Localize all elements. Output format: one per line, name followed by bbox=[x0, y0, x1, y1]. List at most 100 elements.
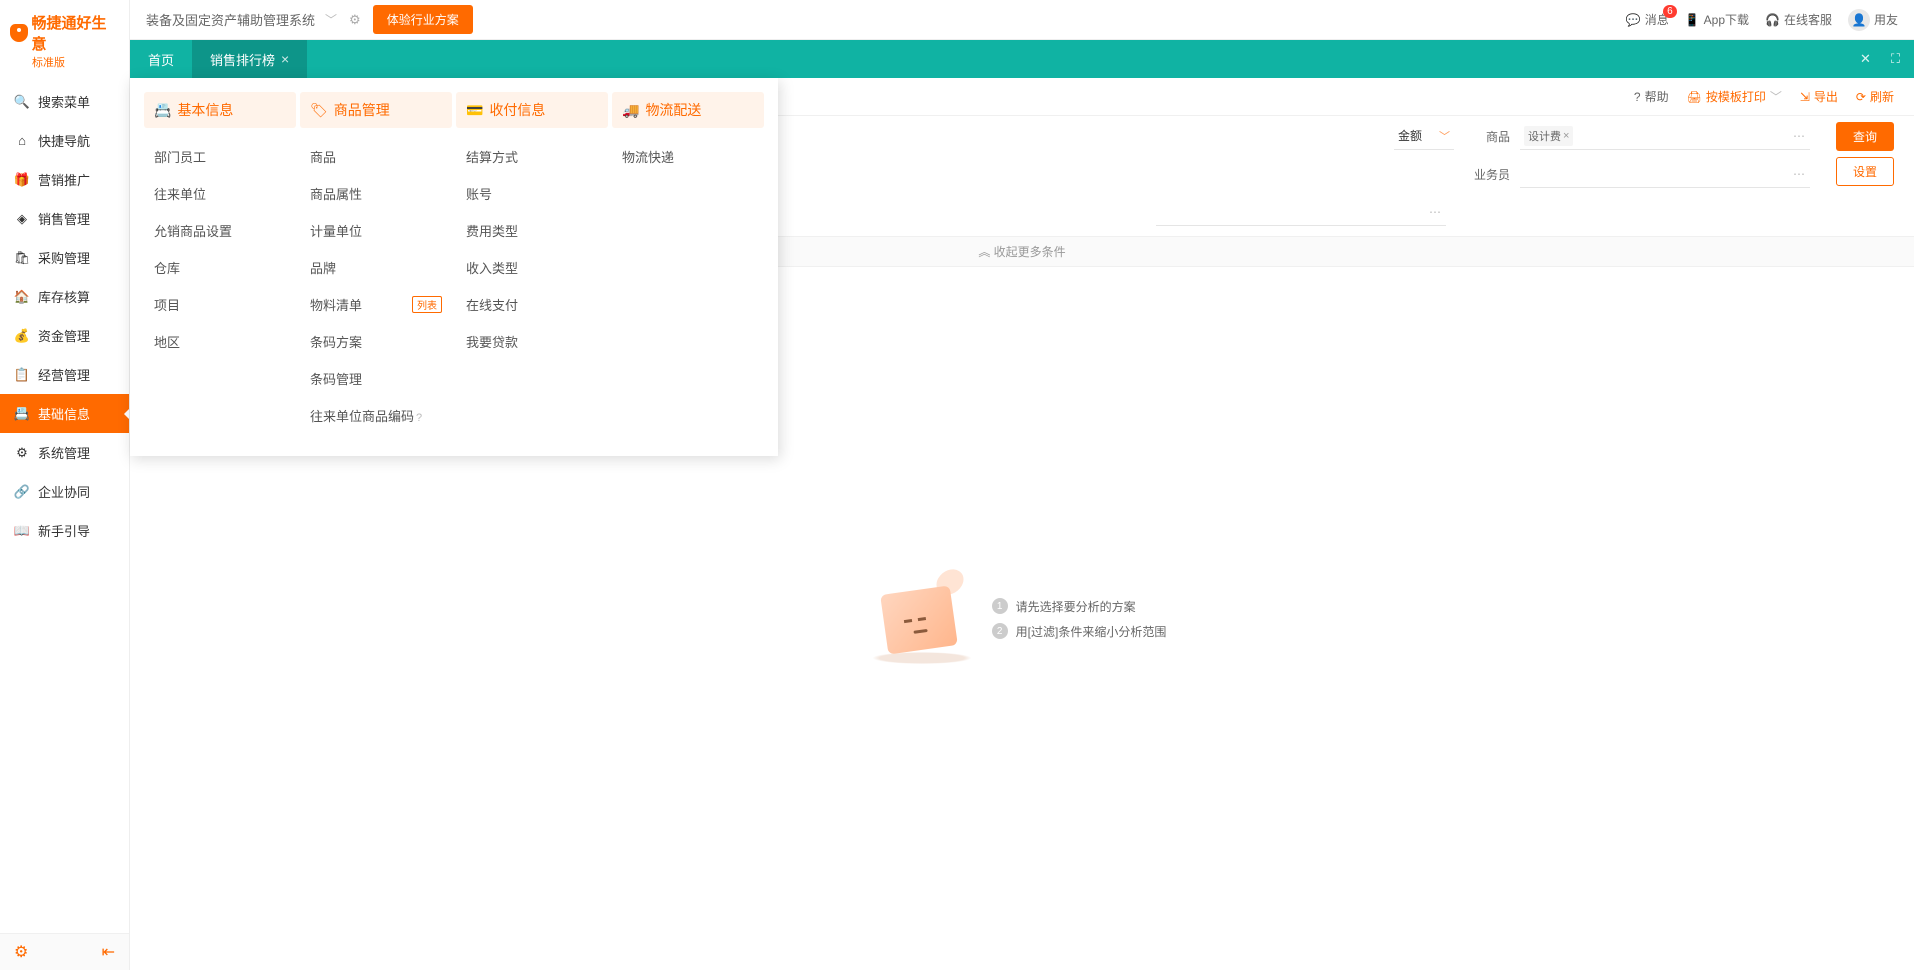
tag-icon: 🏷 bbox=[310, 102, 328, 119]
flyout-item[interactable]: 物料清单列表 bbox=[300, 286, 452, 323]
experience-plan-button[interactable]: 体验行业方案 bbox=[373, 5, 473, 34]
online-service-link[interactable]: 🎧 在线客服 bbox=[1765, 11, 1832, 28]
flyout-item[interactable]: 费用类型 bbox=[456, 212, 608, 249]
tag-icon: ◈ bbox=[14, 211, 30, 227]
collapse-sidebar-icon[interactable]: ⇤ bbox=[102, 942, 115, 962]
system-selector[interactable]: 装备及固定资产辅助管理系统 ﹀ bbox=[146, 10, 337, 29]
avatar-icon: 👤 bbox=[1848, 9, 1870, 31]
tab-sales-ranking[interactable]: 销售排行榜 × bbox=[192, 40, 307, 78]
sidebar-item-9[interactable]: ⚙系统管理 bbox=[0, 433, 129, 472]
sidebar-item-7[interactable]: 📋经营管理 bbox=[0, 355, 129, 394]
flyout-item[interactable]: 条码管理 bbox=[300, 360, 452, 397]
gift-icon: 🎁 bbox=[14, 172, 30, 188]
sidebar-item-0[interactable]: 🔍搜索菜单 bbox=[0, 82, 129, 121]
flyout-item[interactable]: 部门员工 bbox=[144, 138, 296, 175]
empty-step-2: 用[过滤]条件来缩小分析范围 bbox=[1016, 623, 1167, 640]
empty-illustration-icon bbox=[878, 574, 968, 664]
settings-icon: ⚙ bbox=[14, 445, 30, 461]
chevron-down-icon: ﹀ bbox=[325, 11, 337, 28]
salesperson-input[interactable]: ⋯ bbox=[1520, 160, 1810, 188]
flyout-item[interactable]: 商品属性 bbox=[300, 175, 452, 212]
settings-button[interactable]: 设置 bbox=[1836, 157, 1894, 186]
help-icon: ? bbox=[1634, 90, 1641, 104]
product-tag[interactable]: 设计费 × bbox=[1524, 126, 1573, 146]
system-name: 装备及固定资产辅助管理系统 bbox=[146, 10, 315, 29]
print-icon: 🖨 bbox=[1687, 90, 1702, 104]
flyout-item[interactable]: 往来单位 bbox=[144, 175, 296, 212]
flyout-item[interactable]: 商品 bbox=[300, 138, 452, 175]
flyout-item[interactable]: 物流快递 bbox=[612, 138, 764, 175]
sidebar-item-5[interactable]: 🏠库存核算 bbox=[0, 277, 129, 316]
flyout-item[interactable]: 地区 bbox=[144, 323, 296, 360]
basic-info-flyout: 📇基本信息 部门员工往来单位允销商品设置仓库项目地区 🏷商品管理 商品商品属性计… bbox=[130, 78, 778, 456]
flyout-item[interactable]: 仓库 bbox=[144, 249, 296, 286]
sidebar-item-4[interactable]: 🛍采购管理 bbox=[0, 238, 129, 277]
warehouse-icon: 🏠 bbox=[14, 289, 30, 305]
chevron-down-icon: ﹀ bbox=[1770, 88, 1782, 105]
refresh-icon: ⟳ bbox=[1856, 90, 1866, 104]
sidebar-item-8[interactable]: 📇基础信息 bbox=[0, 394, 129, 433]
sidebar-item-1[interactable]: ⌂快捷导航 bbox=[0, 121, 129, 160]
brand: 畅捷通好生意 标准版 bbox=[0, 0, 129, 76]
settings-gear-icon[interactable]: ⚙ bbox=[14, 942, 28, 962]
topbar: 装备及固定资产辅助管理系统 ﹀ ⚙ 体验行业方案 💬 消息 6 📱 App下载 … bbox=[130, 0, 1914, 40]
product-label: 商品 bbox=[1474, 128, 1510, 145]
flyout-item[interactable]: 条码方案 bbox=[300, 323, 452, 360]
query-button[interactable]: 查询 bbox=[1836, 122, 1894, 151]
print-template-link[interactable]: 🖨 按模板打印 ﹀ bbox=[1687, 88, 1782, 105]
app-download-link[interactable]: 📱 App下载 bbox=[1685, 11, 1749, 28]
flyout-col-basic: 📇基本信息 部门员工往来单位允销商品设置仓库项目地区 bbox=[144, 92, 296, 434]
flyout-item[interactable]: 我要贷款 bbox=[456, 323, 608, 360]
flyout-item[interactable]: 在线支付 bbox=[456, 286, 608, 323]
headset-icon: 🎧 bbox=[1765, 13, 1780, 27]
sidebar-footer: ⚙ ⇤ bbox=[0, 933, 129, 970]
link-icon: 🔗 bbox=[14, 484, 30, 500]
amount-select[interactable]: 金额 ﹀ bbox=[1394, 122, 1454, 150]
tab-close-icon[interactable]: × bbox=[281, 51, 289, 67]
product-input[interactable]: 设计费 × ⋯ bbox=[1520, 122, 1810, 150]
flyout-col-logistics: 🚚物流配送 物流快递 bbox=[612, 92, 764, 434]
flyout-item[interactable]: 收入类型 bbox=[456, 249, 608, 286]
extra-input[interactable]: ⋯ bbox=[1156, 198, 1446, 226]
more-icon[interactable]: ⋯ bbox=[1793, 167, 1806, 181]
flyout-item[interactable]: 往来单位商品编码? bbox=[300, 397, 452, 434]
refresh-link[interactable]: ⟳ 刷新 bbox=[1856, 88, 1894, 105]
flyout-item[interactable]: 项目 bbox=[144, 286, 296, 323]
messages-link[interactable]: 💬 消息 6 bbox=[1626, 11, 1669, 28]
tag-remove-icon[interactable]: × bbox=[1563, 130, 1569, 142]
search-icon: 🔍 bbox=[14, 94, 30, 110]
wallet-icon: 💰 bbox=[14, 328, 30, 344]
brand-edition: 标准版 bbox=[32, 54, 119, 70]
user-menu[interactable]: 👤 用友 bbox=[1848, 9, 1898, 31]
help-link[interactable]: ? 帮助 bbox=[1634, 88, 1669, 105]
more-icon[interactable]: ⋯ bbox=[1429, 205, 1442, 219]
sidebar-item-3[interactable]: ◈销售管理 bbox=[0, 199, 129, 238]
flyout-item[interactable]: 结算方式 bbox=[456, 138, 608, 175]
sidebar-item-11[interactable]: 📖新手引导 bbox=[0, 511, 129, 550]
close-all-tabs-icon[interactable]: ✕ bbox=[1854, 47, 1877, 71]
flyout-item[interactable]: 计量单位 bbox=[300, 212, 452, 249]
empty-step-1: 请先选择要分析的方案 bbox=[1016, 598, 1136, 615]
clipboard-icon: 📋 bbox=[14, 367, 30, 383]
sidebar-item-6[interactable]: 💰资金管理 bbox=[0, 316, 129, 355]
sidebar-item-10[interactable]: 🔗企业协同 bbox=[0, 472, 129, 511]
brand-logo-icon bbox=[10, 24, 28, 42]
flyout-item[interactable]: 允销商品设置 bbox=[144, 212, 296, 249]
sidebar-item-2[interactable]: 🎁营销推广 bbox=[0, 160, 129, 199]
brand-title: 畅捷通好生意 bbox=[32, 12, 120, 54]
empty-steps: 1 请先选择要分析的方案 2 用[过滤]条件来缩小分析范围 bbox=[992, 598, 1167, 640]
more-icon[interactable]: ⋯ bbox=[1793, 129, 1806, 143]
money-icon: 💳 bbox=[466, 102, 483, 119]
step-1-badge: 1 bbox=[992, 598, 1008, 614]
book-icon: 📖 bbox=[14, 523, 30, 539]
export-link[interactable]: ⇲ 导出 bbox=[1800, 88, 1838, 105]
flyout-item[interactable]: 品牌 bbox=[300, 249, 452, 286]
fullscreen-icon[interactable]: ⛶ bbox=[1885, 47, 1906, 71]
chevron-up-icon: ︽ bbox=[978, 245, 990, 259]
flyout-item[interactable]: 账号 bbox=[456, 175, 608, 212]
card-icon: 📇 bbox=[154, 102, 171, 119]
system-settings-icon[interactable]: ⚙ bbox=[349, 12, 361, 28]
flyout-col-payment: 💳收付信息 结算方式账号费用类型收入类型在线支付我要贷款 bbox=[456, 92, 608, 434]
tab-home[interactable]: 首页 bbox=[130, 40, 192, 78]
truck-icon: 🚚 bbox=[622, 102, 639, 119]
